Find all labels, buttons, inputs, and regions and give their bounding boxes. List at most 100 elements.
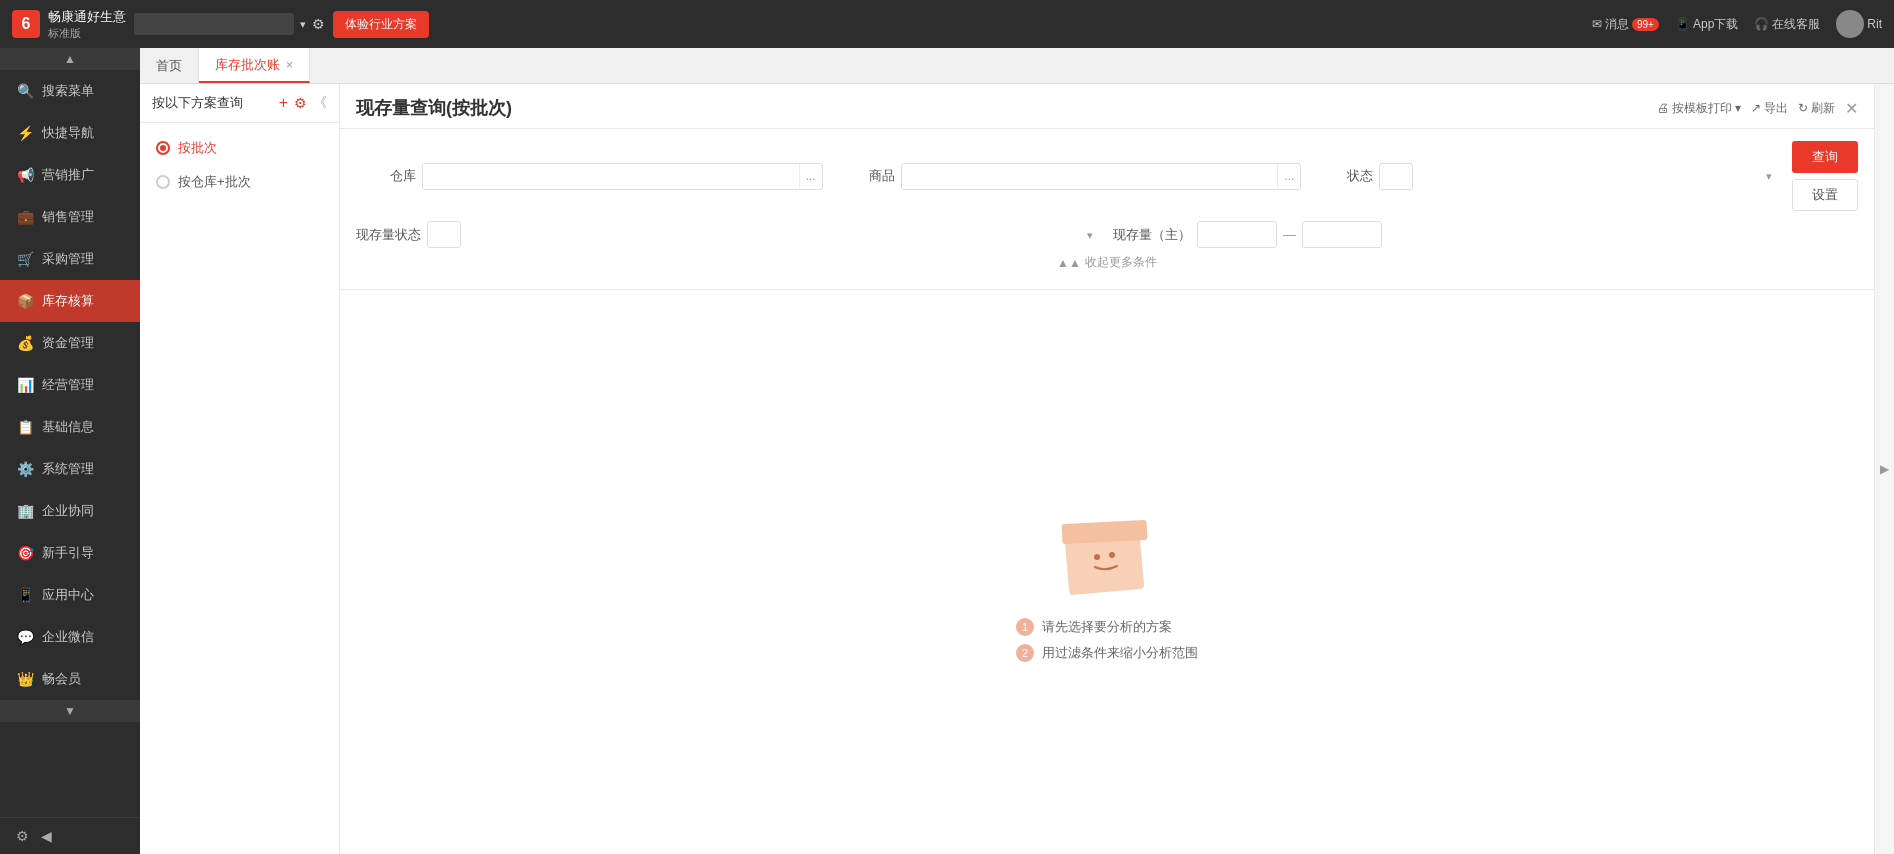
print-dropdown-icon[interactable]: ▾	[1735, 101, 1741, 115]
page-content: 按以下方案查询 + ⚙ 《 按批次 按仓库+批次	[140, 84, 1894, 854]
inventory-qty-field: 现存量（主） —	[1113, 221, 1858, 248]
filter-panel-actions: + ⚙ 《	[279, 94, 327, 112]
tab-inventory-batch[interactable]: 库存批次账 ×	[199, 48, 310, 83]
svg-point-3	[1109, 552, 1115, 558]
warehouse-input-wrap: ...	[422, 163, 823, 190]
main-area: 现存量查询(按批次) 🖨 按模板打印 ▾ ↗ 导出 ↻	[340, 84, 1874, 854]
sidebar-label-sales: 销售管理	[42, 208, 94, 226]
sidebar-item-operations[interactable]: 📊 经营管理	[0, 364, 140, 406]
sidebar-collapse-icon[interactable]: ◀	[41, 828, 52, 844]
lightning-icon: ⚡	[16, 124, 34, 142]
hint-num-1: 1	[1016, 618, 1034, 636]
export-icon: ↗	[1751, 101, 1761, 115]
sidebar-item-sales[interactable]: 💼 销售管理	[0, 196, 140, 238]
empty-state: 1 请先选择要分析的方案 2 用过滤条件来缩小分析范围	[340, 290, 1874, 854]
sidebar-item-vip[interactable]: 👑 畅会员	[0, 658, 140, 700]
marketing-icon: 📢	[16, 166, 34, 184]
status-select[interactable]	[1379, 163, 1413, 190]
sidebar-item-quicknav[interactable]: ⚡ 快捷导航	[0, 112, 140, 154]
product-input[interactable]	[902, 164, 1278, 189]
filter-item-label-batch: 按批次	[178, 139, 217, 157]
close-panel-button[interactable]: ✕	[1845, 99, 1858, 118]
export-button[interactable]: ↗ 导出	[1751, 100, 1788, 117]
purchase-icon: 🛒	[16, 250, 34, 268]
filter-item-by-warehouse-batch[interactable]: 按仓库+批次	[140, 165, 339, 199]
sidebar-item-appstore[interactable]: 📱 应用中心	[0, 574, 140, 616]
form-row-2: 现存量状态 现存量（主） —	[356, 221, 1858, 248]
header-search-area: ▾ ⚙	[134, 13, 325, 35]
sidebar-item-search[interactable]: 🔍 搜索菜单	[0, 70, 140, 112]
product-more-btn[interactable]: ...	[1277, 164, 1300, 188]
product-input-wrap: ...	[901, 163, 1302, 190]
experience-button[interactable]: 体验行业方案	[333, 11, 429, 38]
sidebar-label-search: 搜索菜单	[42, 82, 94, 100]
empty-svg	[1047, 482, 1167, 602]
hint-num-2: 2	[1016, 644, 1034, 662]
sidebar-item-purchase[interactable]: 🛒 采购管理	[0, 238, 140, 280]
product-label: 商品	[835, 167, 895, 185]
sidebar-scroll-down[interactable]: ▼	[0, 700, 140, 722]
right-panel-close-icon: ▶	[1878, 462, 1892, 476]
messages-badge: 99+	[1632, 18, 1659, 31]
sidebar-label-purchase: 采购管理	[42, 250, 94, 268]
sidebar: ▲ 🔍 搜索菜单 ⚡ 快捷导航 📢 营销推广 💼 销售管理 🛒 采购管理 📦 库…	[0, 48, 140, 854]
collapse-button[interactable]: ▲▲ 收起更多条件	[356, 248, 1858, 277]
app-download-button[interactable]: 📱 App下载	[1675, 16, 1738, 33]
status-field: 状态	[1313, 163, 1780, 190]
filter-add-icon[interactable]: +	[279, 95, 288, 111]
settings-button[interactable]: 设置	[1792, 179, 1858, 211]
sidebar-item-marketing[interactable]: 📢 营销推广	[0, 154, 140, 196]
online-service-button[interactable]: 🎧 在线客服	[1754, 16, 1820, 33]
filter-item-by-batch[interactable]: 按批次	[140, 131, 339, 165]
warehouse-input[interactable]	[423, 164, 799, 189]
inventory-qty-max-input[interactable]	[1302, 221, 1382, 248]
page-title-bar: 现存量查询(按批次) 🖨 按模板打印 ▾ ↗ 导出 ↻	[340, 84, 1874, 129]
title-actions: 🖨 按模板打印 ▾ ↗ 导出 ↻ 刷新 ✕	[1657, 99, 1858, 118]
print-icon: 🖨	[1657, 101, 1669, 115]
sidebar-label-guide: 新手引导	[42, 544, 94, 562]
sidebar-item-inventory[interactable]: 📦 库存核算	[0, 280, 140, 322]
empty-hints: 1 请先选择要分析的方案 2 用过滤条件来缩小分析范围	[1016, 618, 1198, 662]
tab-bar: 首页 库存批次账 ×	[140, 48, 1894, 84]
form-row-1: 仓库 ... 商品 ...	[356, 141, 1858, 211]
sidebar-item-enterprise[interactable]: 🏢 企业协同	[0, 490, 140, 532]
sidebar-item-basics[interactable]: 📋 基础信息	[0, 406, 140, 448]
tab-close-icon[interactable]: ×	[286, 58, 293, 72]
empty-hint-2: 2 用过滤条件来缩小分析范围	[1016, 644, 1198, 662]
inventory-qty-min-input[interactable]	[1197, 221, 1277, 248]
user-profile-button[interactable]: Rit	[1836, 10, 1882, 38]
sidebar-label-basics: 基础信息	[42, 418, 94, 436]
app-logo: 6	[12, 10, 40, 38]
filter-collapse-icon[interactable]: 《	[313, 94, 327, 112]
print-button[interactable]: 🖨 按模板打印 ▾	[1657, 100, 1741, 117]
sidebar-label-marketing: 营销推广	[42, 166, 94, 184]
filter-settings-icon[interactable]: ⚙	[294, 96, 307, 110]
inventory-status-field: 现存量状态	[356, 221, 1101, 248]
sidebar-scroll-up[interactable]: ▲	[0, 48, 140, 70]
empty-illustration	[1047, 482, 1167, 602]
sidebar-item-finance[interactable]: 💰 资金管理	[0, 322, 140, 364]
tab-home[interactable]: 首页	[140, 48, 199, 83]
messages-button[interactable]: ✉ 消息 99+	[1592, 16, 1659, 33]
tab-home-label: 首页	[156, 57, 182, 75]
warehouse-more-btn[interactable]: ...	[799, 164, 822, 188]
filter-radio-active	[156, 141, 170, 155]
search-chevron-icon[interactable]: ▾	[300, 18, 306, 31]
qty-dash: —	[1283, 227, 1296, 242]
refresh-button[interactable]: ↻ 刷新	[1798, 100, 1835, 117]
sidebar-settings-icon[interactable]: ⚙	[16, 828, 29, 844]
sidebar-item-system[interactable]: ⚙️ 系统管理	[0, 448, 140, 490]
header-search-input[interactable]	[134, 13, 294, 35]
sidebar-label-enterprise: 企业协同	[42, 502, 94, 520]
header-gear-icon[interactable]: ⚙	[312, 16, 325, 32]
inventory-status-select[interactable]	[427, 221, 461, 248]
sidebar-item-wechat[interactable]: 💬 企业微信	[0, 616, 140, 658]
right-close-panel[interactable]: ▶	[1874, 84, 1894, 854]
query-button[interactable]: 查询	[1792, 141, 1858, 173]
sidebar-item-guide[interactable]: 🎯 新手引导	[0, 532, 140, 574]
sidebar-label-inventory: 库存核算	[42, 292, 94, 310]
export-label: 导出	[1764, 100, 1788, 117]
svg-point-2	[1094, 554, 1100, 560]
app-download-icon: 📱	[1675, 17, 1690, 31]
filter-panel-header: 按以下方案查询 + ⚙ 《	[140, 84, 339, 123]
